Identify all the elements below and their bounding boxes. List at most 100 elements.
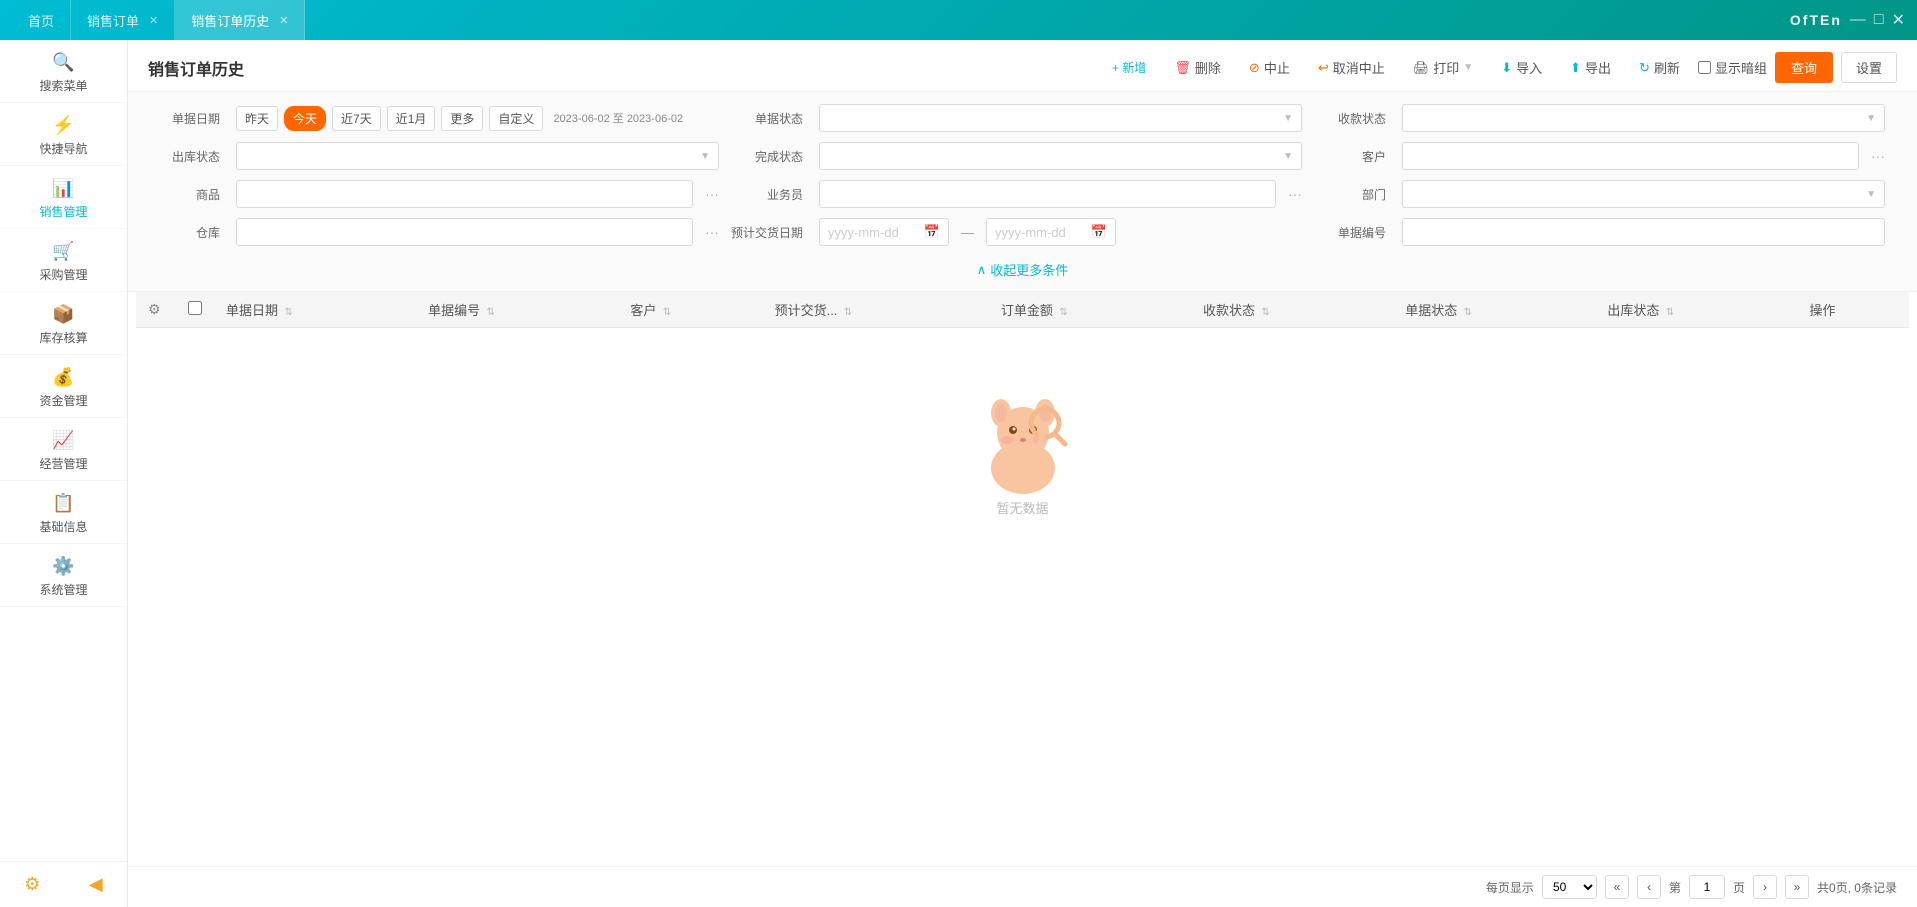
expand-btn[interactable]: □ [1874, 11, 1884, 29]
sidebar-item-search-menu-label: 搜索菜单 [39, 77, 87, 94]
operations-mgmt-icon: 📈 [52, 430, 74, 451]
warehouse-dots[interactable]: ··· [705, 224, 719, 240]
sidebar-item-basic-info[interactable]: 📋 基础信息 [0, 481, 127, 544]
sidebar-item-fund-mgmt-label: 资金管理 [39, 392, 87, 409]
customer-dots[interactable]: ··· [1871, 148, 1885, 164]
sidebar-item-fund-mgmt[interactable]: 💰 资金管理 [0, 355, 127, 418]
query-button[interactable]: 查询 [1775, 52, 1833, 83]
refresh-icon: ↻ [1639, 60, 1650, 76]
expected-date-from[interactable]: yyyy-mm-dd 📅 [819, 218, 949, 246]
refresh-button[interactable]: ↻ 刷新 [1629, 54, 1690, 81]
display-cols-toggle[interactable]: 显示暗组 [1698, 58, 1767, 77]
page-num-input[interactable] [1689, 875, 1725, 899]
delete-button[interactable]: 🗑 删除 [1164, 54, 1231, 81]
product-input[interactable] [236, 180, 693, 208]
warehouse-input[interactable] [236, 218, 693, 246]
calendar-icon-to[interactable]: 📅 [1091, 224, 1107, 240]
top-bar-controls: OfTEn — □ ✕ [1782, 10, 1905, 30]
calendar-icon-from[interactable]: 📅 [924, 224, 940, 240]
date-btn-yesterday[interactable]: 昨天 [236, 106, 278, 131]
quick-nav-icon: ⚡ [52, 115, 74, 136]
product-dots[interactable]: ··· [705, 186, 719, 202]
sidebar-collapse-icon[interactable]: ◀ [89, 874, 103, 895]
sidebar-item-purchase-mgmt[interactable]: 🛒 采购管理 [0, 229, 127, 292]
th-amount-label: 订单金额 [1001, 303, 1053, 318]
sidebar-item-inventory-check[interactable]: 📦 库存核算 [0, 292, 127, 355]
sidebar-item-operations-mgmt-label: 经营管理 [39, 455, 87, 472]
tab-sales-order[interactable]: 销售订单 ✕ [71, 0, 175, 40]
filter-department-section: 部门 ▼ [1314, 180, 1897, 208]
brand-text: OfTEn [1790, 12, 1842, 28]
close-btn[interactable]: ✕ [1892, 10, 1905, 30]
date-btn-more[interactable]: 更多 [441, 106, 483, 131]
sidebar-settings-icon[interactable]: ⚙ [24, 874, 40, 895]
stop-icon: ⊘ [1249, 60, 1260, 76]
minimize-btn[interactable]: — [1850, 11, 1866, 29]
tab-sales-order-history[interactable]: 销售订单历史 ✕ [175, 0, 305, 40]
empty-text: 暂无数据 [996, 498, 1048, 517]
out-status-select[interactable]: ▼ [236, 142, 719, 170]
sort-customer-icon[interactable]: ⇅ [663, 307, 671, 318]
sidebar-item-operations-mgmt[interactable]: 📈 经营管理 [0, 418, 127, 481]
receipt-status-select[interactable]: ▼ [1402, 104, 1885, 132]
toolbar: + 新增 🗑 删除 ⊘ 中止 ↩ 取消中止 🖨 打印 ▼ [1102, 52, 1897, 83]
per-page-select[interactable]: 10 20 50 100 [1542, 875, 1597, 899]
th-checkbox [176, 292, 214, 328]
sort-out-status-icon[interactable]: ⇅ [1666, 307, 1674, 318]
tab-home[interactable]: 首页 [12, 0, 71, 40]
prev-page-btn[interactable]: ‹ [1637, 875, 1661, 899]
cancel-stop-button[interactable]: ↩ 取消中止 [1308, 54, 1395, 81]
table-settings-icon[interactable]: ⚙ [148, 301, 161, 317]
filter-row-3: 商品 ··· 业务员 ··· 部门 ▼ [148, 180, 1897, 208]
stop-button[interactable]: ⊘ 中止 [1239, 54, 1300, 81]
sort-expected-date-icon[interactable]: ⇅ [844, 307, 852, 318]
sidebar-item-quick-nav[interactable]: ⚡ 快捷导航 [0, 103, 127, 166]
filter-customer-section: 客户 ··· [1314, 142, 1897, 170]
filter-row-4: 仓库 ··· 预计交货日期 yyyy-mm-dd 📅 — yyyy-mm-dd … [148, 218, 1897, 246]
display-cols-checkbox[interactable] [1698, 61, 1711, 74]
last-page-btn[interactable]: » [1785, 875, 1809, 899]
complete-status-select[interactable]: ▼ [819, 142, 1302, 170]
tab-sales-order-close[interactable]: ✕ [149, 14, 158, 27]
settings-button[interactable]: 设置 [1841, 52, 1897, 83]
date-btn-1month[interactable]: 近1月 [387, 106, 436, 131]
sort-receipt-status-icon[interactable]: ⇅ [1261, 307, 1269, 318]
voucher-no-label: 单据编号 [1314, 224, 1394, 241]
sort-amount-icon[interactable]: ⇅ [1059, 307, 1067, 318]
voucher-no-input[interactable] [1402, 218, 1885, 246]
sidebar-bottom: ⚙ ◀ [0, 861, 127, 907]
salesperson-input[interactable] [819, 180, 1276, 208]
sort-no-icon[interactable]: ⇅ [487, 307, 495, 318]
sales-mgmt-icon: 📊 [52, 178, 74, 199]
date-btn-custom[interactable]: 自定义 [489, 106, 543, 131]
collapse-row[interactable]: ∧ 收起更多条件 [148, 256, 1897, 279]
new-button[interactable]: + 新增 [1102, 55, 1156, 80]
filter-voucher-status-section: 单据状态 ▼ [731, 104, 1314, 132]
select-all-checkbox[interactable] [188, 301, 202, 315]
cancel-stop-icon: ↩ [1318, 60, 1329, 76]
date-btn-today[interactable]: 今天 [284, 106, 326, 131]
import-button[interactable]: ⬇ 导入 [1491, 54, 1552, 81]
sidebar-item-sales-mgmt[interactable]: 📊 销售管理 [0, 166, 127, 229]
voucher-status-select[interactable]: ▼ [819, 104, 1302, 132]
tab-sales-order-history-close[interactable]: ✕ [279, 14, 288, 27]
sort-voucher-status-icon[interactable]: ⇅ [1464, 307, 1472, 318]
next-page-btn[interactable]: › [1753, 875, 1777, 899]
table-area: ⚙ 单据日期 ⇅ 单据编号 ⇅ [128, 292, 1917, 866]
sort-date-icon[interactable]: ⇅ [284, 307, 292, 318]
sidebar-item-sales-mgmt-label: 销售管理 [39, 203, 87, 220]
th-operation-label: 操作 [1810, 303, 1836, 318]
date-btn-7days[interactable]: 近7天 [332, 106, 381, 131]
export-button[interactable]: ⬆ 导出 [1560, 54, 1621, 81]
filter-out-status-section: 出库状态 ▼ [148, 142, 731, 170]
sidebar-item-search-menu[interactable]: 🔍 搜索菜单 [0, 40, 127, 103]
first-page-btn[interactable]: « [1605, 875, 1629, 899]
expected-date-to[interactable]: yyyy-mm-dd 📅 [986, 218, 1116, 246]
print-button[interactable]: 🖨 打印 ▼ [1403, 54, 1483, 81]
salesperson-dots[interactable]: ··· [1288, 186, 1302, 202]
department-select[interactable]: ▼ [1402, 180, 1885, 208]
filter-expected-date-section: 预计交货日期 yyyy-mm-dd 📅 — yyyy-mm-dd 📅 [731, 218, 1314, 246]
filter-row-1: 单据日期 昨天 今天 近7天 近1月 更多 自定义 2023-06-02 至 2… [148, 104, 1897, 132]
customer-input[interactable] [1402, 142, 1859, 170]
sidebar-item-system-mgmt[interactable]: ⚙️ 系统管理 [0, 544, 127, 607]
